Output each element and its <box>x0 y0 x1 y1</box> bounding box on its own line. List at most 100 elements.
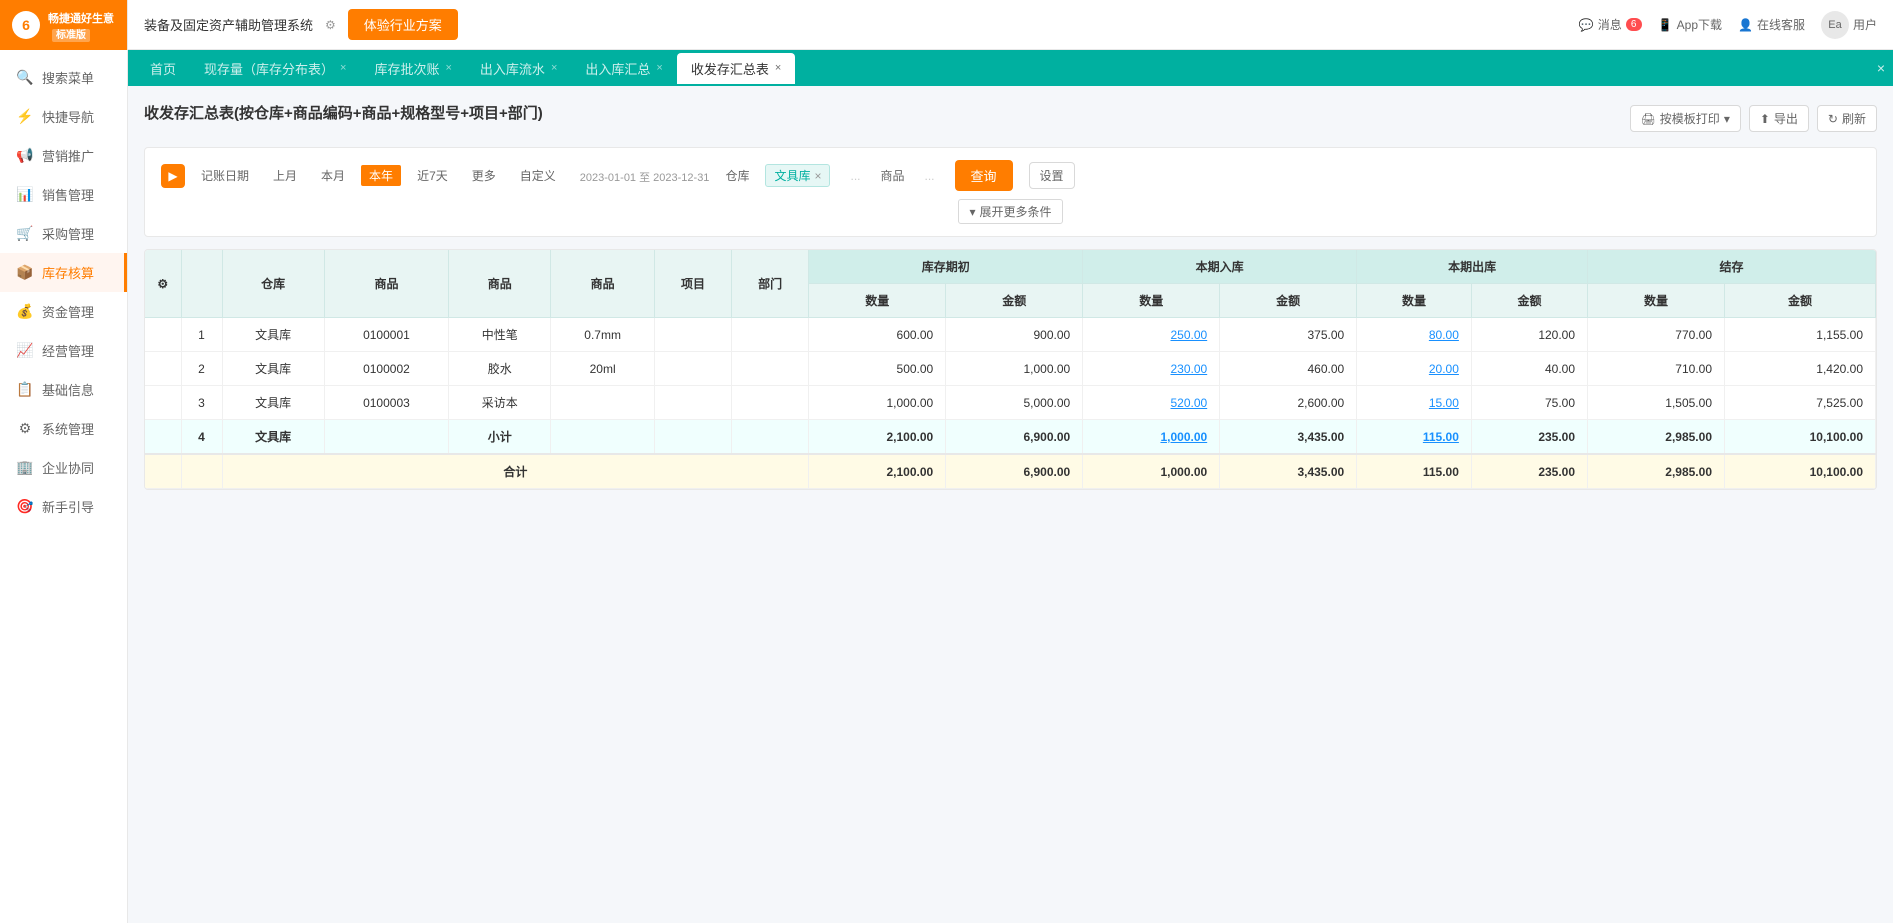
quick-nav-icon: ⚡ <box>16 108 34 126</box>
row-no: 2 <box>181 352 222 386</box>
row-out-amt: 120.00 <box>1471 318 1587 352</box>
sidebar-item-sales[interactable]: 📊 销售管理 <box>0 175 127 214</box>
row-in-qty[interactable]: 230.00 <box>1083 352 1220 386</box>
footer-empty-2 <box>181 454 222 489</box>
row-goods-code: 0100001 <box>324 318 448 352</box>
expand-more-button[interactable]: ▾ 展开更多条件 <box>958 199 1062 224</box>
export-icon: ⬆ <box>1760 112 1770 126</box>
sidebar-item-base-info[interactable]: 📋 基础信息 <box>0 370 127 409</box>
row-settings <box>145 352 181 386</box>
date-btn-this-month[interactable]: 本月 <box>313 165 353 186</box>
finance-icon: 💰 <box>16 303 34 321</box>
online-service-action[interactable]: 👤 在线客服 <box>1738 16 1805 33</box>
row-closing-amt: 1,420.00 <box>1725 352 1876 386</box>
export-button[interactable]: ⬆ 导出 <box>1749 105 1809 132</box>
warehouse-remove[interactable]: × <box>814 169 821 183</box>
query-button[interactable]: 查询 <box>955 160 1013 191</box>
user-action[interactable]: Ea 用户 <box>1821 11 1877 39</box>
tab-inout-flow-close[interactable]: × <box>551 62 557 74</box>
row-closing-qty: 770.00 <box>1588 318 1725 352</box>
row-closing-amt: 7,525.00 <box>1725 386 1876 420</box>
row-goods-spec: 0.7mm <box>551 318 655 352</box>
date-btn-7days[interactable]: 近7天 <box>409 165 456 186</box>
col-settings-header[interactable]: ⚙ <box>145 250 181 318</box>
app-download-action[interactable]: 📱 App下载 <box>1658 16 1722 33</box>
sidebar-label-system: 系统管理 <box>42 419 94 438</box>
goods-more-btn[interactable]: ... <box>921 169 939 183</box>
col-dept-header: 部门 <box>732 250 809 318</box>
sidebar-menu: 🔍 搜索菜单 ⚡ 快捷导航 📢 营销推广 📊 销售管理 🛒 采购管理 📦 库存核… <box>0 50 127 534</box>
sidebar-label-inventory: 库存核算 <box>42 263 94 282</box>
tab-batch-account[interactable]: 库存批次账 × <box>360 53 465 84</box>
row-out-qty[interactable]: 80.00 <box>1357 318 1472 352</box>
service-icon: 👤 <box>1738 18 1753 32</box>
tab-inout-summary[interactable]: 出入库汇总 × <box>571 53 676 84</box>
warehouse-tag: 文具库 × <box>765 164 830 187</box>
page-header-actions: 🖨 按模板打印 ▾ ⬆ 导出 ↻ 刷新 <box>1630 105 1877 132</box>
tab-inventory-dist-close[interactable]: × <box>340 62 346 74</box>
tab-inventory-dist[interactable]: 现存量（库存分布表） × <box>190 53 360 84</box>
online-service-label: 在线客服 <box>1757 16 1805 33</box>
refresh-button[interactable]: ↻ 刷新 <box>1817 105 1877 132</box>
sidebar-item-inventory[interactable]: 📦 库存核算 <box>0 253 127 292</box>
sales-icon: 📊 <box>16 186 34 204</box>
row-in-qty[interactable]: 250.00 <box>1083 318 1220 352</box>
tab-recv-send-close[interactable]: × <box>775 62 781 74</box>
sidebar-item-enterprise[interactable]: 🏢 企业协同 <box>0 448 127 487</box>
col-closing-amt-header: 金额 <box>1725 284 1876 318</box>
warehouse-more-btn[interactable]: ... <box>846 169 864 183</box>
tab-home-label: 首页 <box>150 59 176 78</box>
filter-toggle[interactable]: ▶ <box>161 164 185 188</box>
sidebar-item-quick-nav[interactable]: ⚡ 快捷导航 <box>0 97 127 136</box>
date-btn-last-month[interactable]: 上月 <box>265 165 305 186</box>
row-opening-amt: 900.00 <box>946 318 1083 352</box>
row-out-qty[interactable]: 20.00 <box>1357 352 1472 386</box>
row-goods-spec <box>551 386 655 420</box>
sidebar-item-newbie[interactable]: 🎯 新手引导 <box>0 487 127 526</box>
row-opening-amt: 1,000.00 <box>946 352 1083 386</box>
tab-bar-close-all[interactable]: × <box>1877 60 1885 76</box>
col-goods-name-header: 商品 <box>449 250 551 318</box>
sidebar-item-operations[interactable]: 📈 经营管理 <box>0 331 127 370</box>
sidebar-item-marketing[interactable]: 📢 营销推广 <box>0 136 127 175</box>
refresh-icon: ↻ <box>1828 112 1838 126</box>
row-goods-code: 0100002 <box>324 352 448 386</box>
date-btn-more[interactable]: 更多 <box>464 165 504 186</box>
row-opening-qty: 1,000.00 <box>809 386 946 420</box>
row-in-qty[interactable]: 520.00 <box>1083 386 1220 420</box>
sidebar-item-finance[interactable]: 💰 资金管理 <box>0 292 127 331</box>
tab-recv-send-summary[interactable]: 收发存汇总表 × <box>677 53 795 84</box>
sidebar-item-search[interactable]: 🔍 搜索菜单 <box>0 58 127 97</box>
tab-recv-send-label: 收发存汇总表 <box>691 59 769 78</box>
row-closing-amt: 10,100.00 <box>1725 420 1876 455</box>
sidebar-label-newbie: 新手引导 <box>42 497 94 516</box>
row-warehouse: 文具库 <box>222 386 324 420</box>
row-out-qty[interactable]: 15.00 <box>1357 386 1472 420</box>
tab-inout-flow[interactable]: 出入库流水 × <box>466 53 571 84</box>
row-goods-code <box>324 420 448 455</box>
date-btn-this-year[interactable]: 本年 <box>361 165 401 186</box>
message-action[interactable]: 💬 消息 6 <box>1579 16 1642 33</box>
row-closing-amt: 1,155.00 <box>1725 318 1876 352</box>
date-btn-custom[interactable]: 自定义 <box>512 165 564 186</box>
settings-gear-icon[interactable]: ⚙ <box>325 18 336 32</box>
sidebar-item-system[interactable]: ⚙ 系统管理 <box>0 409 127 448</box>
row-in-qty[interactable]: 1,000.00 <box>1083 420 1220 455</box>
row-out-qty[interactable]: 115.00 <box>1357 420 1472 455</box>
logo-text: 畅捷通好生意 <box>48 10 114 26</box>
footer-label: 合计 <box>222 454 809 489</box>
tab-batch-account-close[interactable]: × <box>445 62 451 74</box>
tab-home[interactable]: 首页 <box>136 53 190 84</box>
footer-in-amt: 3,435.00 <box>1220 454 1357 489</box>
sidebar-label-marketing: 营销推广 <box>42 146 94 165</box>
row-goods-name: 胶水 <box>449 352 551 386</box>
expand-icon: ▾ <box>969 205 975 219</box>
marketing-icon: 📢 <box>16 147 34 165</box>
trial-button[interactable]: 体验行业方案 <box>348 9 458 40</box>
print-button[interactable]: 🖨 按模板打印 ▾ <box>1630 105 1741 132</box>
row-project <box>654 420 731 455</box>
sidebar-item-purchase[interactable]: 🛒 采购管理 <box>0 214 127 253</box>
tab-inout-summary-close[interactable]: × <box>656 62 662 74</box>
footer-out-amt: 235.00 <box>1471 454 1587 489</box>
settings-button[interactable]: 设置 <box>1029 162 1075 189</box>
